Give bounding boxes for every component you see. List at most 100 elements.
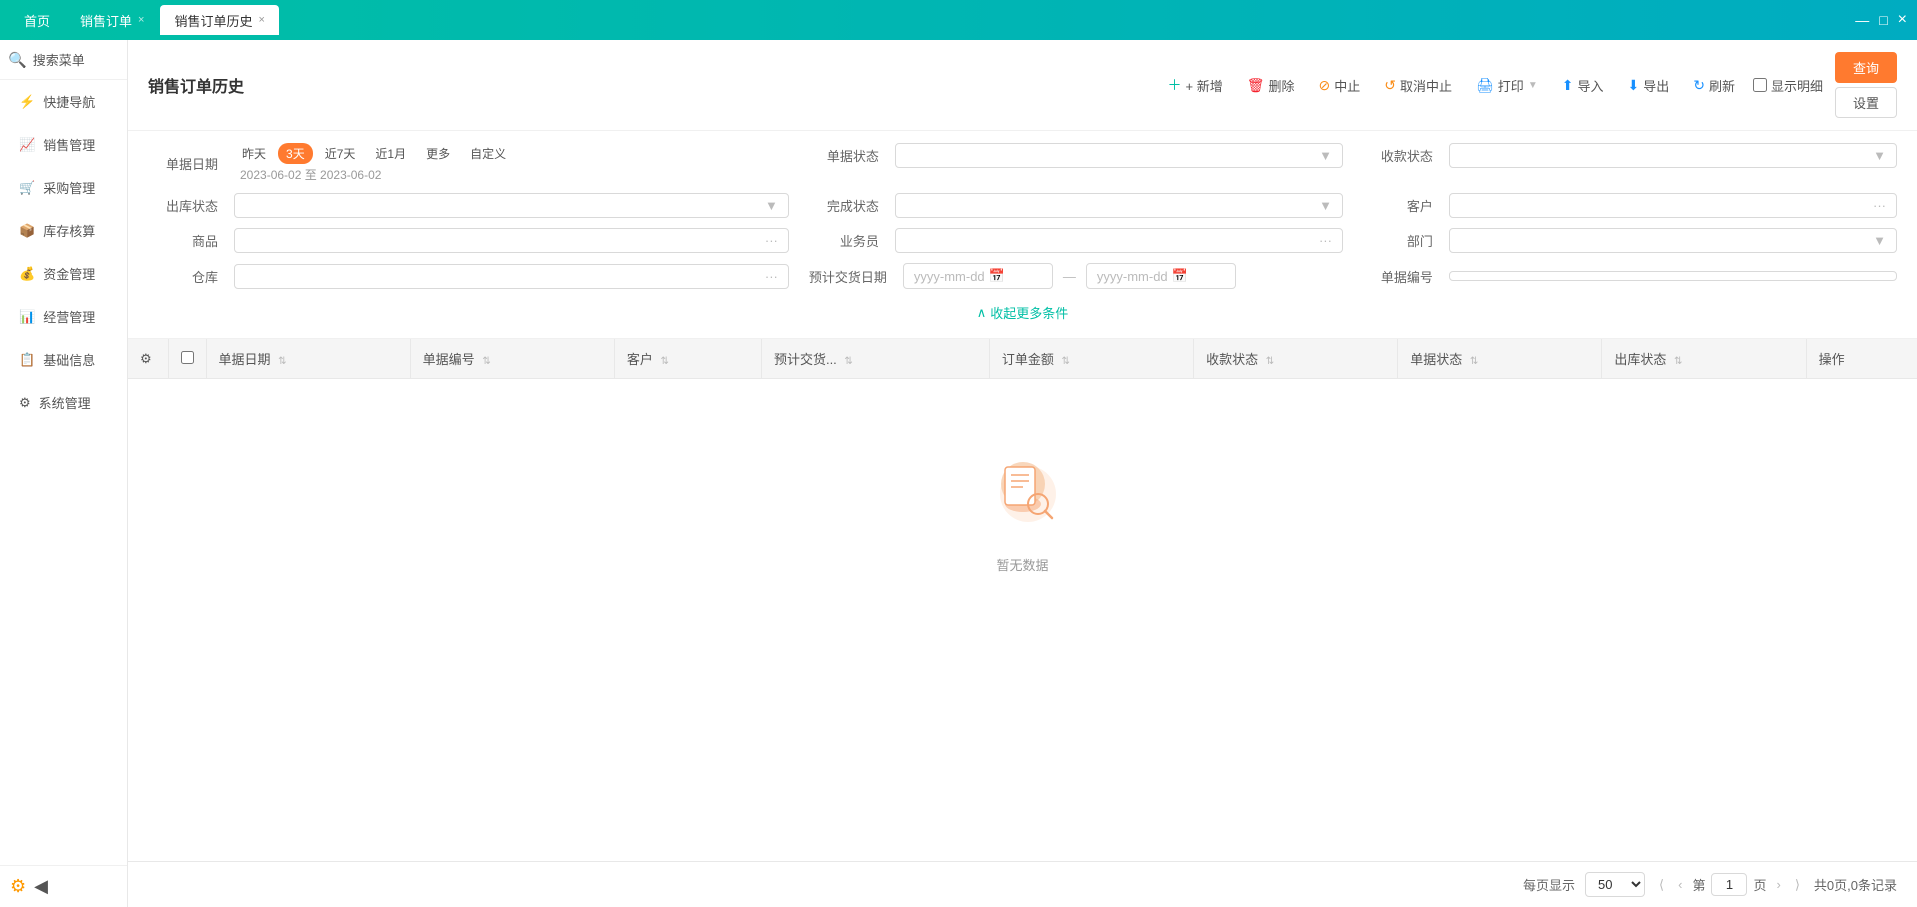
th-amount[interactable]: 订单金额 ⇅: [989, 339, 1193, 379]
sidebar-item-purchase[interactable]: 🛒 采购管理: [0, 166, 127, 209]
order-number-label: 单据编号: [1363, 267, 1443, 286]
sidebar-item-operation[interactable]: 📊 经营管理: [0, 295, 127, 338]
base-info-icon: 📋: [19, 352, 35, 368]
sidebar-item-system[interactable]: ⚙ 系统管理: [0, 381, 127, 424]
th-receipt-status[interactable]: 收款状态 ⇅: [1194, 339, 1398, 379]
data-table: ⚙ 单据日期 ⇅ 单据编号 ⇅: [128, 339, 1917, 379]
export-button[interactable]: ⬇ 导出: [1621, 72, 1675, 99]
sales-icon: 📈: [19, 137, 35, 153]
sort-delivery-status-icon: ⇅: [1674, 356, 1682, 367]
collapse-more-btn[interactable]: ∧ 收起更多条件: [148, 299, 1897, 326]
th-delivery-date-label: 预计交货...: [774, 352, 837, 367]
page-number-input[interactable]: 1: [1711, 873, 1747, 896]
th-checkbox[interactable]: [168, 339, 206, 379]
delivery-date-start-input[interactable]: yyyy-mm-dd 📅: [903, 263, 1053, 289]
th-order-status[interactable]: 单据状态 ⇅: [1398, 339, 1602, 379]
tab-sales-order-history[interactable]: 销售订单历史 ×: [160, 5, 278, 35]
stop-button[interactable]: ⊘ 中止: [1313, 72, 1367, 99]
settings-icon-btn[interactable]: ⚙: [10, 876, 26, 897]
collapse-label: 收起更多条件: [990, 303, 1068, 322]
new-icon: ＋: [1168, 75, 1182, 95]
th-delivery-date[interactable]: 预计交货... ⇅: [761, 339, 989, 379]
customer-dots[interactable]: ···: [1873, 198, 1886, 213]
sort-date-icon: ⇅: [278, 356, 286, 367]
delivery-date-end-value: yyyy-mm-dd: [1097, 269, 1168, 284]
order-number-input[interactable]: [1449, 271, 1897, 281]
close-button[interactable]: ×: [1898, 11, 1907, 29]
date-tab-3days[interactable]: 3天: [278, 143, 313, 164]
minimize-button[interactable]: —: [1855, 12, 1869, 28]
warehouse-dots[interactable]: ···: [765, 269, 778, 284]
settings-button[interactable]: 设置: [1835, 87, 1897, 118]
next-page-button[interactable]: ›: [1773, 875, 1785, 894]
page-size-select[interactable]: 10 20 50 100: [1585, 872, 1645, 897]
refresh-button[interactable]: ↻ 刷新: [1687, 72, 1741, 99]
maximize-button[interactable]: □: [1879, 12, 1887, 28]
delivery-status-select[interactable]: ▼: [234, 193, 789, 218]
th-delivery-status[interactable]: 出库状态 ⇅: [1602, 339, 1806, 379]
import-label: 导入: [1577, 76, 1603, 95]
date-tab-yesterday[interactable]: 昨天: [234, 143, 274, 164]
delete-button[interactable]: 🗑 删除: [1241, 72, 1301, 99]
filter-row-4: 仓库 ··· 预计交货日期 yyyy-mm-dd 📅 —: [148, 263, 1897, 289]
th-date-label: 单据日期: [219, 352, 271, 367]
order-status-select[interactable]: ▼: [895, 143, 1343, 168]
date-tab-7days[interactable]: 近7天: [317, 143, 364, 164]
customer-input[interactable]: ···: [1449, 193, 1897, 218]
filter-row-2: 出库状态 ▼ 完成状态 ▼ 客户: [148, 193, 1897, 218]
completion-status-label: 完成状态: [809, 196, 889, 215]
completion-status-arrow: ▼: [1319, 198, 1332, 213]
import-button[interactable]: ⬆ 导入: [1556, 72, 1610, 99]
th-customer[interactable]: 客户 ⇅: [614, 339, 761, 379]
salesperson-dots[interactable]: ···: [1319, 233, 1332, 248]
tab-sales-order-history-close[interactable]: ×: [258, 14, 264, 26]
settings-gear-icon[interactable]: ⚙: [140, 351, 152, 366]
product-dots[interactable]: ···: [765, 233, 778, 248]
cancel-stop-button[interactable]: ↺ 取消中止: [1378, 72, 1458, 99]
show-detail-toggle[interactable]: 显示明细: [1753, 76, 1823, 95]
search-icon: 🔍: [8, 51, 27, 69]
product-input[interactable]: ···: [234, 228, 789, 253]
tab-sales-order[interactable]: 销售订单 ×: [66, 5, 158, 35]
sort-amount-icon: ⇅: [1062, 356, 1070, 367]
sidebar-item-base-info[interactable]: 📋 基础信息: [0, 338, 127, 381]
th-number[interactable]: 单据编号 ⇅: [410, 339, 614, 379]
import-icon: ⬆: [1562, 77, 1574, 94]
collapse-sidebar-btn[interactable]: ◀: [34, 876, 48, 897]
tab-bar: 首页 销售订单 × 销售订单历史 ×: [10, 5, 1855, 35]
print-button[interactable]: 🖨 打印 ▼: [1470, 72, 1544, 99]
salesperson-input[interactable]: ···: [895, 228, 1343, 253]
select-all-checkbox[interactable]: [181, 351, 194, 364]
query-button[interactable]: 查询: [1835, 52, 1897, 83]
date-tab-1month[interactable]: 近1月: [367, 143, 414, 164]
print-dropdown-icon[interactable]: ▼: [1528, 80, 1538, 91]
receipt-status-select[interactable]: ▼: [1449, 143, 1897, 168]
department-arrow: ▼: [1873, 233, 1886, 248]
sidebar-item-finance[interactable]: 💰 资金管理: [0, 252, 127, 295]
completion-status-select[interactable]: ▼: [895, 193, 1343, 218]
department-select[interactable]: ▼: [1449, 228, 1897, 253]
warehouse-input[interactable]: ···: [234, 264, 789, 289]
tab-home-label: 首页: [24, 11, 50, 30]
date-tab-more[interactable]: 更多: [418, 143, 458, 164]
sidebar-item-inventory[interactable]: 📦 库存核算: [0, 209, 127, 252]
tab-sales-order-close[interactable]: ×: [138, 14, 144, 26]
sidebar-search[interactable]: 🔍 搜索菜单: [0, 40, 127, 80]
th-amount-label: 订单金额: [1002, 352, 1054, 367]
th-settings[interactable]: ⚙: [128, 339, 168, 379]
sidebar-item-purchase-label: 采购管理: [43, 178, 95, 197]
th-delivery-status-label: 出库状态: [1614, 352, 1666, 367]
first-page-button[interactable]: ⟨: [1655, 875, 1668, 895]
th-date[interactable]: 单据日期 ⇅: [206, 339, 410, 379]
sidebar-item-sales[interactable]: 📈 销售管理: [0, 123, 127, 166]
delivery-date-end-input[interactable]: yyyy-mm-dd 📅: [1086, 263, 1236, 289]
prev-page-button[interactable]: ‹: [1674, 875, 1686, 894]
top-bar-right: — □ ×: [1855, 11, 1907, 29]
date-tab-custom[interactable]: 自定义: [462, 143, 514, 164]
date-separator: —: [1063, 269, 1076, 284]
new-button[interactable]: ＋ + 新增: [1162, 71, 1229, 99]
tab-home[interactable]: 首页: [10, 5, 64, 35]
show-detail-checkbox[interactable]: [1753, 78, 1767, 92]
sidebar-item-quick-nav[interactable]: ⚡ 快捷导航: [0, 80, 127, 123]
last-page-button[interactable]: ⟩: [1791, 875, 1804, 895]
